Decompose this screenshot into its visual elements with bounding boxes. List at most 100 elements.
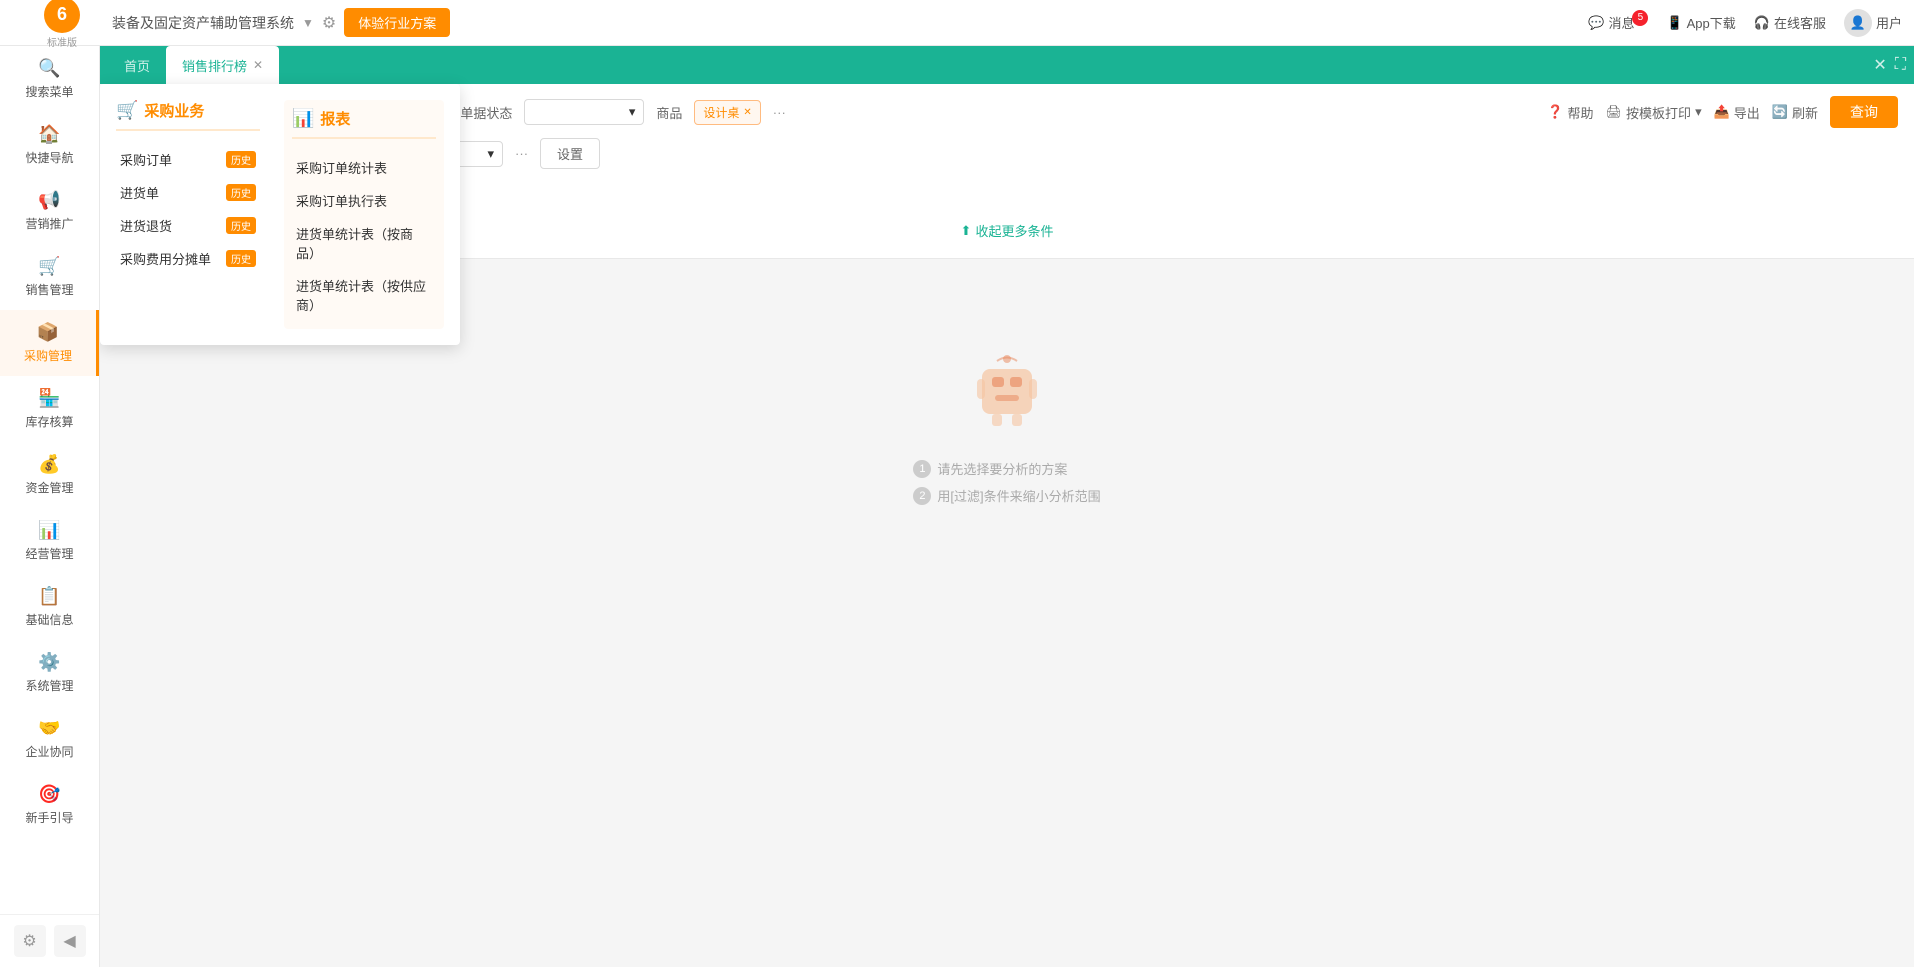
settings-btn[interactable]: 设置 [540,138,600,169]
sidebar-item-purchase[interactable]: 📦 采购管理 [0,310,99,376]
print-btn[interactable]: 🖨 按模板打印 ▾ [1606,103,1702,122]
goods-label: 商品 [656,103,682,122]
tab-close-icon[interactable]: ✕ [253,58,263,72]
enterprise-icon: 🤝 [38,718,60,739]
help-btn[interactable]: ❓ 帮助 [1547,103,1593,122]
export-btn[interactable]: 📤 导出 [1714,103,1760,122]
system-name: 装备及固定资产辅助管理系统 [112,13,294,33]
dropdown-report-col: 📊 报表 采购订单统计表 采购订单执行表 进货单统计表（按商品） 进货单统计表（… [284,100,444,329]
history-badge-3: 历史 [226,250,256,267]
marketing-icon: 📢 [38,190,60,211]
window-expand-btn[interactable]: ⛶ [1895,56,1906,74]
operations-icon: 📊 [38,520,60,541]
system-dropdown-icon[interactable]: ▼ [302,16,314,30]
collapse-btn[interactable]: ⬆ 收起更多条件 [955,215,1060,246]
avatar: 👤 [1844,9,1872,37]
sidebar-item-finance[interactable]: 💰 资金管理 [0,442,99,508]
sidebar-item-quick[interactable]: 🏠 快捷导航 [0,112,99,178]
inventory-icon: 🏪 [38,388,60,409]
tab-sales-rank[interactable]: 销售排行榜 ✕ [166,46,279,84]
window-close-btn[interactable]: ✕ [1873,55,1886,75]
history-badge-0: 历史 [226,151,256,168]
system-icon: ⚙️ [38,652,60,673]
menu-item-stock-return[interactable]: 进货退货 历史 [116,209,260,242]
menu-item-stock-in[interactable]: 进货单 历史 [116,176,260,209]
empty-tip-1: 1 请先选择要分析的方案 [913,459,1100,478]
sidebar-item-system[interactable]: ⚙️ 系统管理 [0,640,99,706]
tab-home[interactable]: 首页 [108,46,166,84]
refresh-icon: 🔄 [1772,104,1788,120]
tabbar-wrapper: 首页 销售排行榜 ✕ ✕ ⛶ 🛒 采购业务 [100,46,1914,84]
empty-tips: 1 请先选择要分析的方案 2 用[过滤]条件来缩小分析范围 [913,459,1100,505]
history-badge-2: 历史 [226,217,256,234]
goods-more-dots[interactable]: ··· [773,105,786,120]
basic-icon: 📋 [38,586,60,607]
app-download-btn[interactable]: 📱 App下载 [1666,13,1735,32]
user-btn[interactable]: 👤 用户 [1844,9,1902,37]
message-badge: 5 [1632,10,1648,26]
sidebar-item-basic[interactable]: 📋 基础信息 [0,574,99,640]
purchase-col-icon: 🛒 [116,100,138,121]
tabbar: 首页 销售排行榜 ✕ ✕ ⛶ [100,46,1914,84]
logo-icon: 6 [44,0,80,33]
settings-icon[interactable]: ⚙ [322,13,336,33]
sidebar: 🔍 搜索菜单 🏠 快捷导航 📢 营销推广 🛒 销售管理 📦 采购管理 🏪 库存核… [0,46,100,967]
menu-item-stock-stats-supplier[interactable]: 进货单统计表（按供应商） [292,269,436,321]
refresh-btn[interactable]: 🔄 刷新 [1772,103,1818,122]
purchase-dropdown-menu: 🛒 采购业务 采购订单 历史 进货单 历史 进货退货 历史 [100,84,460,345]
sidebar-item-sales[interactable]: 🛒 销售管理 [0,244,99,310]
sidebar-settings-btn[interactable]: ⚙ [14,925,46,957]
message-btn[interactable]: 💬 消息 5 [1588,13,1648,32]
goods-tag-close[interactable]: ✕ [743,107,751,118]
purchase-icon: 📦 [37,322,59,343]
filter-toolbar-right: ❓ 帮助 🖨 按模板打印 ▾ 📤 导出 🔄 [1547,96,1898,128]
tip-num-1: 1 [913,460,931,478]
menu-item-purchase-order[interactable]: 采购订单 历史 [116,143,260,176]
finance-icon: 💰 [38,454,60,475]
menu-item-purchase-order-stats[interactable]: 采购订单统计表 [292,151,436,184]
online-service-btn[interactable]: 🎧 在线客服 [1754,13,1826,32]
headset-icon: 🎧 [1754,15,1770,31]
collapse-up-icon: ⬆ [961,223,972,239]
doc-status-label: 单据状态 [460,103,512,122]
tabbar-actions: ✕ ⛶ [1873,55,1906,75]
sidebar-item-inventory[interactable]: 🏪 库存核算 [0,376,99,442]
empty-tip-2: 2 用[过滤]条件来缩小分析范围 [913,486,1100,505]
menu-item-stock-stats-goods[interactable]: 进货单统计表（按商品） [292,217,436,269]
guide-icon: 🎯 [38,784,60,805]
menu-item-purchase-order-exec[interactable]: 采购订单执行表 [292,184,436,217]
sidebar-item-enterprise[interactable]: 🤝 企业协同 [0,706,99,772]
goods-tag: 设计桌 ✕ [694,100,760,125]
sidebar-item-guide[interactable]: 🎯 新手引导 [0,772,99,838]
sales-more-dots[interactable]: ··· [515,146,528,161]
sidebar-item-search[interactable]: 🔍 搜索菜单 [0,46,99,112]
dropdown-purchase-title: 🛒 采购业务 [116,100,260,131]
export-icon: 📤 [1714,104,1730,120]
topbar-middle: 装备及固定资产辅助管理系统 ▼ ⚙ 体验行业方案 [112,8,1588,37]
logo-area: 6 标准版 [12,0,112,49]
sidebar-collapse-btn[interactable]: ◀ [54,925,86,957]
industry-btn[interactable]: 体验行业方案 [344,8,450,37]
sidebar-bottom: ⚙ ◀ [0,914,99,967]
help-icon: ❓ [1547,104,1563,120]
message-icon: 💬 [1588,15,1604,31]
print-icon: 🖨 [1606,104,1623,120]
sales-icon: 🛒 [38,256,60,277]
topbar-right: 💬 消息 5 📱 App下载 🎧 在线客服 👤 用户 [1588,9,1902,37]
phone-icon: 📱 [1666,15,1682,31]
logo-subtitle: 标准版 [47,34,77,49]
sales-chevron-icon: ▾ [488,146,495,162]
sidebar-item-marketing[interactable]: 📢 营销推广 [0,178,99,244]
chevron-down-icon: ▾ [629,104,636,120]
dropdown-purchase-col: 🛒 采购业务 采购订单 历史 进货单 历史 进货退货 历史 [116,100,260,329]
tip-num-2: 2 [913,487,931,505]
dropdown-report-title: 📊 报表 [292,108,436,139]
query-btn[interactable]: 查询 [1830,96,1898,128]
print-dropdown-icon: ▾ [1695,104,1702,120]
layout: 🔍 搜索菜单 🏠 快捷导航 📢 营销推广 🛒 销售管理 📦 采购管理 🏪 库存核… [0,46,1914,967]
main: 首页 销售排行榜 ✕ ✕ ⛶ 🛒 采购业务 [100,46,1914,967]
doc-status-select[interactable]: ▾ [524,99,644,125]
sidebar-item-operations[interactable]: 📊 经营管理 [0,508,99,574]
history-badge-1: 历史 [226,184,256,201]
menu-item-purchase-cost[interactable]: 采购费用分摊单 历史 [116,242,260,275]
